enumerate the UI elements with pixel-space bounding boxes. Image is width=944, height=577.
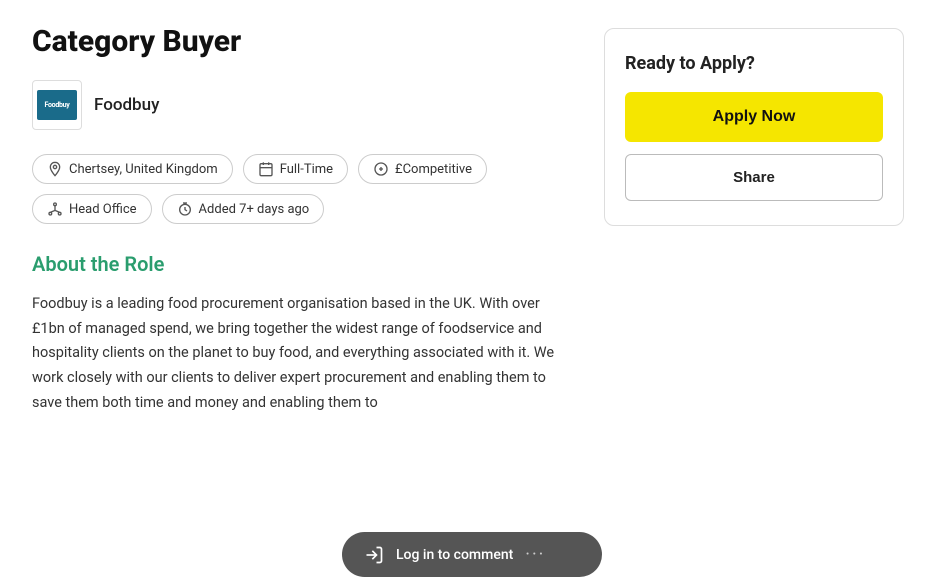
- cluster-icon: [47, 201, 63, 217]
- tag-added: Added 7+ days ago: [162, 194, 325, 224]
- job-title: Category Buyer: [32, 24, 572, 60]
- comment-bar[interactable]: Log in to comment ···: [342, 532, 602, 577]
- office-label: Head Office: [69, 202, 137, 217]
- login-icon: [364, 545, 384, 565]
- tags-row-2: Head Office Added 7+ days ago: [32, 194, 572, 224]
- salary-label: £Competitive: [395, 162, 472, 177]
- tags-row-1: Chertsey, United Kingdom Full-Time £Comp…: [32, 154, 572, 184]
- pin-icon: [47, 161, 63, 177]
- comment-bar-more-dots[interactable]: ···: [525, 544, 545, 565]
- job-type-label: Full-Time: [280, 162, 333, 177]
- coin-icon: [373, 161, 389, 177]
- ready-to-apply-label: Ready to Apply?: [625, 53, 883, 74]
- share-button[interactable]: Share: [625, 154, 883, 201]
- apply-now-button[interactable]: Apply Now: [625, 92, 883, 142]
- company-logo: Foodbuy: [32, 80, 82, 130]
- about-role-title: About the Role: [32, 252, 572, 276]
- apply-card: Ready to Apply? Apply Now Share: [604, 28, 904, 226]
- added-label: Added 7+ days ago: [199, 202, 310, 217]
- calendar-icon: [258, 161, 274, 177]
- tag-salary: £Competitive: [358, 154, 487, 184]
- company-row: Foodbuy Foodbuy: [32, 80, 572, 130]
- location-label: Chertsey, United Kingdom: [69, 162, 218, 177]
- log-in-to-comment-text: Log in to comment: [396, 547, 513, 563]
- sidebar: Ready to Apply? Apply Now Share: [604, 28, 904, 226]
- tag-office: Head Office: [32, 194, 152, 224]
- tag-location: Chertsey, United Kingdom: [32, 154, 233, 184]
- tag-job-type: Full-Time: [243, 154, 348, 184]
- company-logo-text: Foodbuy: [45, 101, 70, 109]
- timer-icon: [177, 201, 193, 217]
- company-name: Foodbuy: [94, 95, 159, 115]
- role-description: Foodbuy is a leading food procurement or…: [32, 292, 572, 415]
